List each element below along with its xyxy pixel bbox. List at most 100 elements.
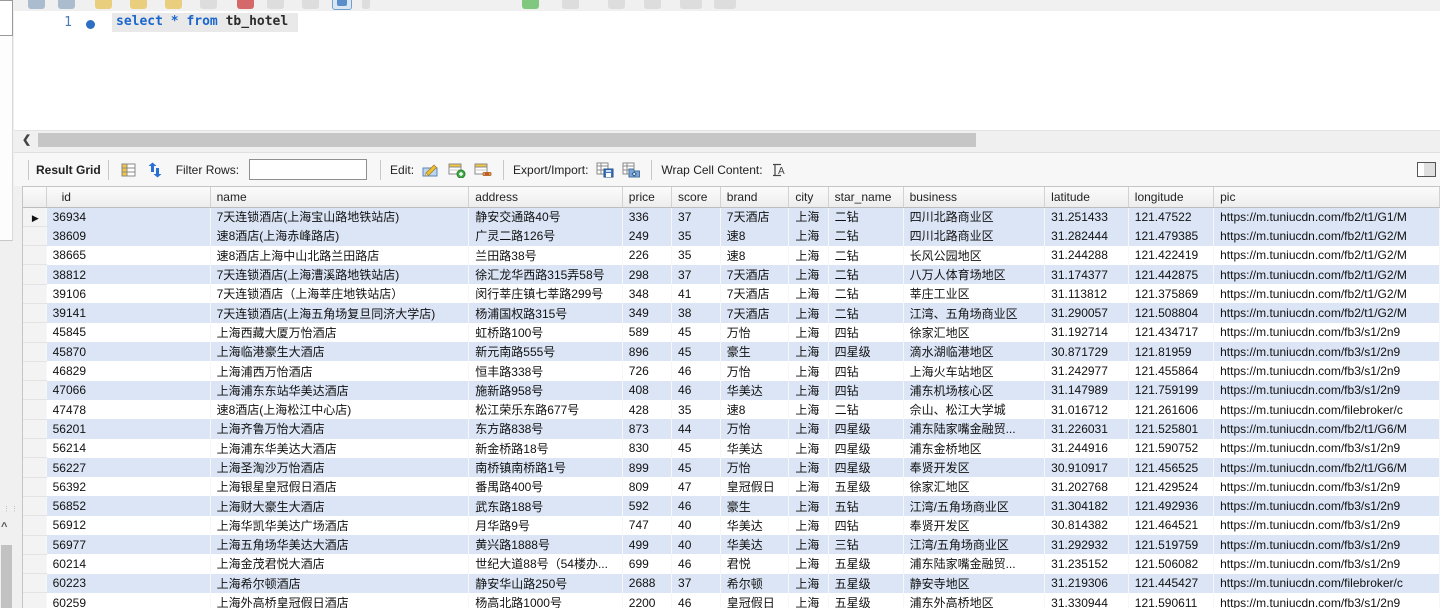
- cell-address[interactable]: 徐汇龙华西路315弄58号: [468, 264, 623, 285]
- cell-name[interactable]: 上海财大豪生大酒店: [210, 496, 469, 516]
- cell-latitude[interactable]: 30.871729: [1044, 342, 1129, 362]
- table-row[interactable]: 47478 速8酒店(上海松江中心店) 松江荣乐东路677号 428 35 速8 上海 二钻佘…: [23, 399, 1440, 420]
- cell-name[interactable]: 上海浦东华美达大酒店: [210, 438, 469, 458]
- save-icon[interactable]: [28, 0, 45, 9]
- cell-price[interactable]: 2688: [622, 573, 672, 593]
- cell-name[interactable]: 7天连锁酒店(上海五角场复旦同济大学店): [210, 303, 469, 323]
- row-gutter[interactable]: [23, 264, 47, 285]
- cell-score[interactable]: 37: [671, 573, 721, 593]
- cell-longitude[interactable]: 121.508804: [1128, 303, 1214, 323]
- cell-star_name[interactable]: 二钻: [828, 284, 904, 304]
- cell-name[interactable]: 上海浦东东站华美达酒店: [210, 380, 469, 400]
- cell-longitude[interactable]: 121.434717: [1128, 322, 1214, 343]
- cell-id[interactable]: 38665: [46, 245, 211, 265]
- table-row[interactable]: 56214 上海浦东华美达大酒店 新金桥路18号 830 45 华美达 上海 四星级 浦东金桥地…: [23, 438, 1440, 459]
- cell-price[interactable]: 896: [622, 342, 672, 362]
- cell-business[interactable]: 浦东陆家嘴金融贸...: [903, 554, 1045, 574]
- cell-price[interactable]: 408: [622, 380, 672, 400]
- cell-longitude[interactable]: 121.442875: [1128, 264, 1214, 285]
- cell-brand[interactable]: 希尔顿: [720, 573, 789, 593]
- row-gutter[interactable]: [23, 245, 47, 266]
- table-row[interactable]: 56977 上海五角场华美达大酒店 黄兴路1888号 499 40 华美达 上海 三钻 江湾/五…: [23, 535, 1440, 555]
- collapse-panel-icon[interactable]: [1417, 162, 1436, 177]
- cell-name[interactable]: 速8酒店(上海松江中心店): [210, 399, 469, 420]
- cell-latitude[interactable]: 31.219306: [1044, 573, 1129, 593]
- toolbar-icon-12[interactable]: [562, 0, 579, 9]
- cell-id[interactable]: 60259: [46, 592, 211, 608]
- cell-price[interactable]: 348: [622, 284, 672, 304]
- cell-brand[interactable]: 速8: [720, 226, 789, 246]
- cell-business[interactable]: 四川北路商业区: [903, 207, 1045, 227]
- cell-brand[interactable]: 万怡: [720, 419, 789, 439]
- cell-latitude[interactable]: 31.304182: [1044, 496, 1129, 516]
- cell-score[interactable]: 47: [671, 477, 721, 497]
- cell-star_name[interactable]: 五星级: [828, 554, 904, 574]
- editor-hscrollbar[interactable]: ❮: [14, 130, 1440, 149]
- row-gutter[interactable]: [23, 284, 47, 304]
- cell-star_name[interactable]: 四钻: [828, 515, 904, 536]
- cell-pic[interactable]: https://m.tuniucdn.com/fb3/s1/2n9: [1213, 535, 1440, 555]
- cell-city[interactable]: 上海: [788, 535, 829, 555]
- cell-pic[interactable]: https://m.tuniucdn.com/fb3/s1/2n9: [1213, 515, 1440, 536]
- cell-pic[interactable]: https://m.tuniucdn.com/fb3/s1/2n9: [1213, 477, 1440, 497]
- table-row[interactable]: 39141 7天连锁酒店(上海五角场复旦同济大学店) 杨浦国权路315号 349 38 7…: [23, 303, 1440, 324]
- sql-statement[interactable]: select * from tb_hotel: [112, 13, 299, 32]
- column-header-brand[interactable]: brand: [720, 187, 790, 208]
- vertical-scrollbar-thumb[interactable]: [1, 545, 12, 608]
- cell-id[interactable]: 46829: [46, 361, 211, 381]
- cell-pic[interactable]: https://m.tuniucdn.com/fb2/t1/G2/M: [1213, 264, 1440, 285]
- table-row[interactable]: 60214 上海金茂君悦大酒店 世纪大道88号（54楼办... 699 46 君悦 上海 五星…: [23, 554, 1440, 575]
- cell-score[interactable]: 41: [671, 284, 721, 304]
- cell-score[interactable]: 45: [671, 342, 721, 362]
- cell-star_name[interactable]: 五钻: [828, 496, 904, 516]
- cell-star_name[interactable]: 五星级: [828, 573, 904, 593]
- cell-city[interactable]: 上海: [788, 303, 829, 323]
- cell-business[interactable]: 浦东机场核心区: [903, 380, 1045, 400]
- row-gutter[interactable]: [23, 226, 47, 247]
- cell-business[interactable]: 滴水湖临港地区: [903, 342, 1045, 362]
- cell-city[interactable]: 上海: [788, 457, 829, 478]
- sql-editor[interactable]: 1 select * from tb_hotel: [14, 11, 1440, 130]
- table-row[interactable]: ▶ 36934 7天连锁酒店(上海宝山路地铁站店) 静安交通路40号 336 37 7天酒店…: [23, 207, 1440, 227]
- cell-id[interactable]: 39106: [46, 284, 211, 304]
- cell-id[interactable]: 56201: [46, 419, 211, 439]
- cell-address[interactable]: 东方路838号: [468, 419, 623, 439]
- cell-latitude[interactable]: 31.235152: [1044, 554, 1129, 574]
- cell-brand[interactable]: 华美达: [720, 515, 789, 536]
- cell-latitude[interactable]: 31.192714: [1044, 322, 1129, 343]
- cell-city[interactable]: 上海: [788, 342, 829, 362]
- cell-business[interactable]: 佘山、松江大学城: [903, 399, 1045, 420]
- cell-score[interactable]: 46: [671, 361, 721, 381]
- cell-pic[interactable]: https://m.tuniucdn.com/fb3/s1/2n9: [1213, 438, 1440, 458]
- cell-star_name[interactable]: 二钻: [828, 399, 904, 420]
- cell-pic[interactable]: https://m.tuniucdn.com/fb3/s1/2n9: [1213, 554, 1440, 574]
- cell-latitude[interactable]: 31.251433: [1044, 207, 1129, 227]
- cell-business[interactable]: 上海火车站地区: [903, 361, 1045, 381]
- export-recordset-icon[interactable]: [594, 160, 616, 180]
- cell-price[interactable]: 2200: [622, 592, 672, 608]
- cell-id[interactable]: 47478: [46, 399, 211, 420]
- grid-view-icon[interactable]: [118, 160, 140, 180]
- cell-longitude[interactable]: 121.445427: [1128, 573, 1214, 593]
- cell-brand[interactable]: 豪生: [720, 342, 789, 362]
- table-row[interactable]: 56852 上海财大豪生大酒店 武东路188号 592 46 豪生 上海 五钻 江湾/五角场商业…: [23, 496, 1440, 517]
- cell-brand[interactable]: 7天酒店: [720, 303, 789, 323]
- cell-address[interactable]: 月华路9号: [468, 515, 623, 536]
- cell-business[interactable]: 浦东金桥地区: [903, 438, 1045, 458]
- column-header-id[interactable]: id: [46, 187, 211, 208]
- cell-name[interactable]: 上海圣淘沙万怡酒店: [210, 457, 469, 478]
- delete-row-icon[interactable]: [472, 160, 494, 180]
- new-query-icon[interactable]: [522, 0, 539, 9]
- cell-name[interactable]: 7天连锁酒店（上海莘庄地铁站店）: [210, 284, 469, 304]
- cell-city[interactable]: 上海: [788, 515, 829, 536]
- column-header-star_name[interactable]: star_name: [828, 187, 904, 208]
- cell-business[interactable]: 江湾、五角场商业区: [903, 303, 1045, 323]
- cell-city[interactable]: 上海: [788, 284, 829, 304]
- cell-brand[interactable]: 豪生: [720, 496, 789, 516]
- cell-latitude[interactable]: 31.282444: [1044, 226, 1129, 246]
- toolbar-icon-13[interactable]: [608, 0, 625, 9]
- cell-pic[interactable]: https://m.tuniucdn.com/fb3/s1/2n9: [1213, 361, 1440, 381]
- import-records-icon[interactable]: [620, 160, 642, 180]
- cell-city[interactable]: 上海: [788, 573, 829, 593]
- cell-pic[interactable]: https://m.tuniucdn.com/fb2/t1/G2/M: [1213, 284, 1440, 304]
